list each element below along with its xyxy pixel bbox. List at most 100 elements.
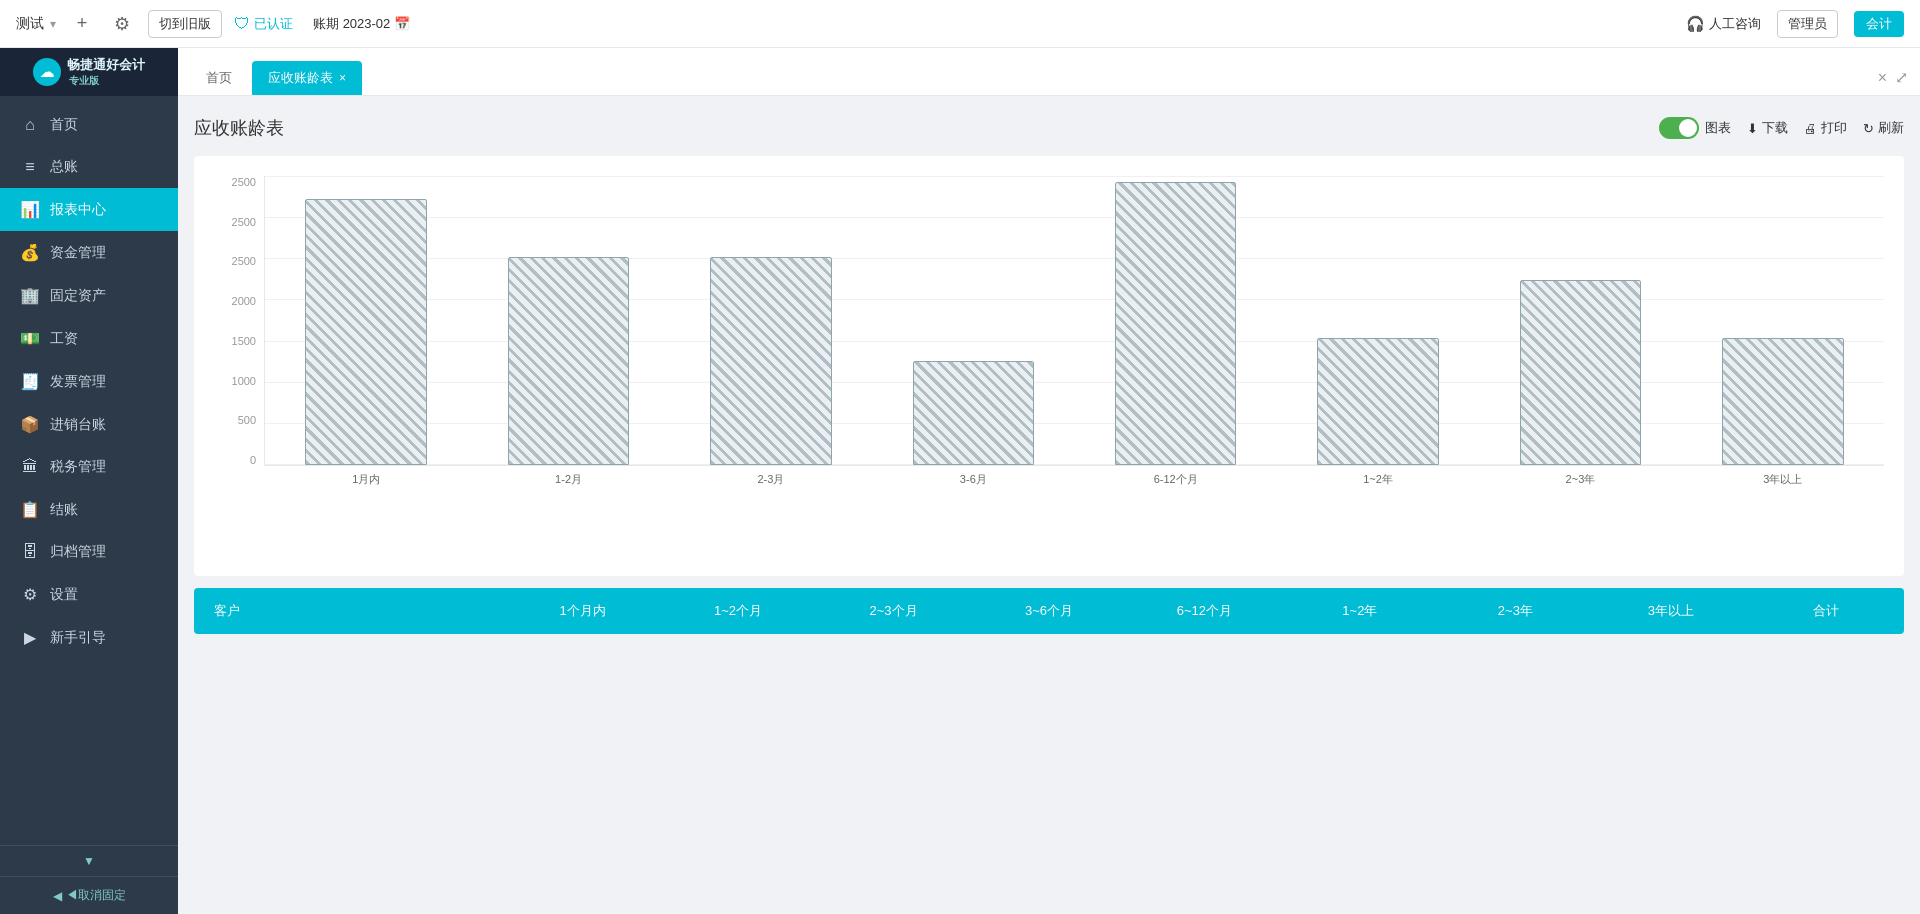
bar-2-3month xyxy=(710,257,831,465)
tab-home[interactable]: 首页 xyxy=(190,61,248,95)
table-header-3-6month: 3~6个月 xyxy=(971,588,1126,634)
sidebar-item-invoice[interactable]: 🧾 发票管理 xyxy=(0,360,178,403)
accountant-button[interactable]: 会计 xyxy=(1854,11,1904,37)
sidebar-nav: ⌂ 首页 ≡ 总账 📊 报表中心 💰 资金管理 🏢 固定资产 💵 工资 xyxy=(0,96,178,845)
sidebar-item-reports[interactable]: 📊 报表中心 xyxy=(0,188,178,231)
bar-chart: 2500 2500 2500 2000 1500 1000 500 0 xyxy=(214,176,1884,496)
table-header-1-2month: 1~2个月 xyxy=(660,588,815,634)
report-header: 应收账龄表 图表 ⬇ 下载 🖨 打印 ↻ xyxy=(194,112,1904,144)
sidebar-item-assets[interactable]: 🏢 固定资产 xyxy=(0,274,178,317)
period-label: 账期 2023-02 📅 xyxy=(313,15,410,33)
table-header-2-3month: 2~3个月 xyxy=(816,588,971,634)
bar-group-3plus-year: 3年以上 xyxy=(1682,176,1884,465)
sidebar-item-label: 报表中心 xyxy=(50,201,106,219)
y-label: 2500 xyxy=(232,176,256,188)
customer-service-button[interactable]: 🎧 人工咨询 xyxy=(1686,15,1761,33)
refresh-button[interactable]: ↻ 刷新 xyxy=(1863,119,1904,137)
download-icon: ⬇ xyxy=(1747,121,1758,136)
sidebar-item-settings[interactable]: ⚙ 设置 xyxy=(0,573,178,616)
cancel-fixed-button[interactable]: ◀ ◀取消固定 xyxy=(0,876,178,914)
bar-label-1month: 1月内 xyxy=(265,472,467,487)
tab-bar-right: × ⤢ xyxy=(1878,68,1908,95)
table-header-1month: 1个月内 xyxy=(505,588,660,634)
bar-label-6-12month: 6-12个月 xyxy=(1075,472,1277,487)
table-header-1-2year: 1~2年 xyxy=(1282,588,1437,634)
sidebar-item-capital[interactable]: 💰 资金管理 xyxy=(0,231,178,274)
sidebar-item-label: 总账 xyxy=(50,158,78,176)
sidebar-item-salary[interactable]: 💵 工资 xyxy=(0,317,178,360)
bar-6-12month xyxy=(1115,182,1236,465)
home-icon: ⌂ xyxy=(20,116,40,134)
bar-label-1-2month: 1-2月 xyxy=(467,472,669,487)
close-window-icon[interactable]: × xyxy=(1878,69,1887,87)
header-right: 🎧 人工咨询 管理员 会计 xyxy=(1686,10,1904,38)
chart-container: 2500 2500 2500 2000 1500 1000 500 0 xyxy=(194,156,1904,576)
switch-old-version-button[interactable]: 切到旧版 xyxy=(148,10,222,38)
sidebar-item-label: 设置 xyxy=(50,586,78,604)
sidebar-item-label: 进销台账 xyxy=(50,416,106,434)
bar-group-3-6month: 3-6月 xyxy=(872,176,1074,465)
sidebar-item-label: 新手引导 xyxy=(50,629,106,647)
table-header-customer: 客户 xyxy=(194,588,505,634)
bar-group-1-2month: 1-2月 xyxy=(467,176,669,465)
capital-icon: 💰 xyxy=(20,243,40,262)
page-content: 应收账龄表 图表 ⬇ 下载 🖨 打印 ↻ xyxy=(178,96,1920,914)
manager-button[interactable]: 管理员 xyxy=(1777,10,1838,38)
cancel-fixed-label: ◀取消固定 xyxy=(66,887,126,904)
sidebar-item-home[interactable]: ⌂ 首页 xyxy=(0,104,178,146)
report-actions: 图表 ⬇ 下载 🖨 打印 ↻ 刷新 xyxy=(1659,117,1904,139)
close-icon: 📋 xyxy=(20,500,40,519)
tab-receivables-aging[interactable]: 应收账龄表 × xyxy=(252,61,362,95)
settings-icon[interactable]: ⚙ xyxy=(108,10,136,38)
bar-label-3-6month: 3-6月 xyxy=(872,472,1074,487)
sidebar-item-close[interactable]: 📋 结账 xyxy=(0,488,178,531)
bar-2-3year xyxy=(1520,280,1641,465)
bar-label-2-3month: 2-3月 xyxy=(670,472,872,487)
reports-icon: 📊 xyxy=(20,200,40,219)
table-header-total: 合计 xyxy=(1749,588,1904,634)
main-layout: ☁ 畅捷通好会计 专业版 ⌂ 首页 ≡ 总账 📊 报表中心 💰 资金管理 xyxy=(0,48,1920,914)
chart-body: 1月内 1-2月 2-3月 xyxy=(264,176,1884,466)
chart-toggle-switch[interactable] xyxy=(1659,117,1699,139)
logo-name: 畅捷通好会计 xyxy=(67,56,145,74)
y-label: 1500 xyxy=(232,335,256,347)
sidebar-item-label: 固定资产 xyxy=(50,287,106,305)
archive-icon: 🗄 xyxy=(20,543,40,561)
bar-1-2month xyxy=(508,257,629,465)
sales-icon: 📦 xyxy=(20,415,40,434)
sidebar-item-ledger[interactable]: ≡ 总账 xyxy=(0,146,178,188)
sidebar-item-sales[interactable]: 📦 进销台账 xyxy=(0,403,178,446)
bar-label-1-2year: 1~2年 xyxy=(1277,472,1479,487)
settings-icon: ⚙ xyxy=(20,585,40,604)
y-label: 2000 xyxy=(232,295,256,307)
scroll-down-button[interactable]: ▼ xyxy=(0,845,178,876)
sidebar-item-label: 工资 xyxy=(50,330,78,348)
bar-3plus-year xyxy=(1722,338,1843,465)
sidebar-item-label: 税务管理 xyxy=(50,458,106,476)
bar-group-1month: 1月内 xyxy=(265,176,467,465)
logo-icon: ☁ xyxy=(33,58,61,86)
tax-icon: 🏛 xyxy=(20,458,40,476)
bar-label-3plus-year: 3年以上 xyxy=(1682,472,1884,487)
chart-toggle[interactable]: 图表 xyxy=(1659,117,1731,139)
company-selector[interactable]: 测试 ▾ xyxy=(16,15,56,33)
table-header-6-12month: 6~12个月 xyxy=(1127,588,1282,634)
sidebar-item-guide[interactable]: ▶ 新手引导 xyxy=(0,616,178,659)
y-axis: 2500 2500 2500 2000 1500 1000 500 0 xyxy=(214,176,264,466)
chevron-down-icon: ▾ xyxy=(50,17,56,31)
refresh-icon: ↻ xyxy=(1863,121,1874,136)
chart-label: 图表 xyxy=(1705,119,1731,137)
sidebar-logo: ☁ 畅捷通好会计 专业版 xyxy=(0,48,178,96)
report-title: 应收账龄表 xyxy=(194,116,284,140)
add-button[interactable]: + xyxy=(68,10,96,38)
y-label: 2500 xyxy=(232,255,256,267)
tab-close-icon[interactable]: × xyxy=(339,71,346,85)
sidebar-item-archive[interactable]: 🗄 归档管理 xyxy=(0,531,178,573)
bar-3-6month xyxy=(913,361,1034,465)
print-button[interactable]: 🖨 打印 xyxy=(1804,119,1847,137)
certified-label: 已认证 xyxy=(254,15,293,33)
download-button[interactable]: ⬇ 下载 xyxy=(1747,119,1788,137)
sidebar-item-tax[interactable]: 🏛 税务管理 xyxy=(0,446,178,488)
maximize-icon[interactable]: ⤢ xyxy=(1895,68,1908,87)
cancel-fixed-icon: ◀ xyxy=(53,889,62,903)
